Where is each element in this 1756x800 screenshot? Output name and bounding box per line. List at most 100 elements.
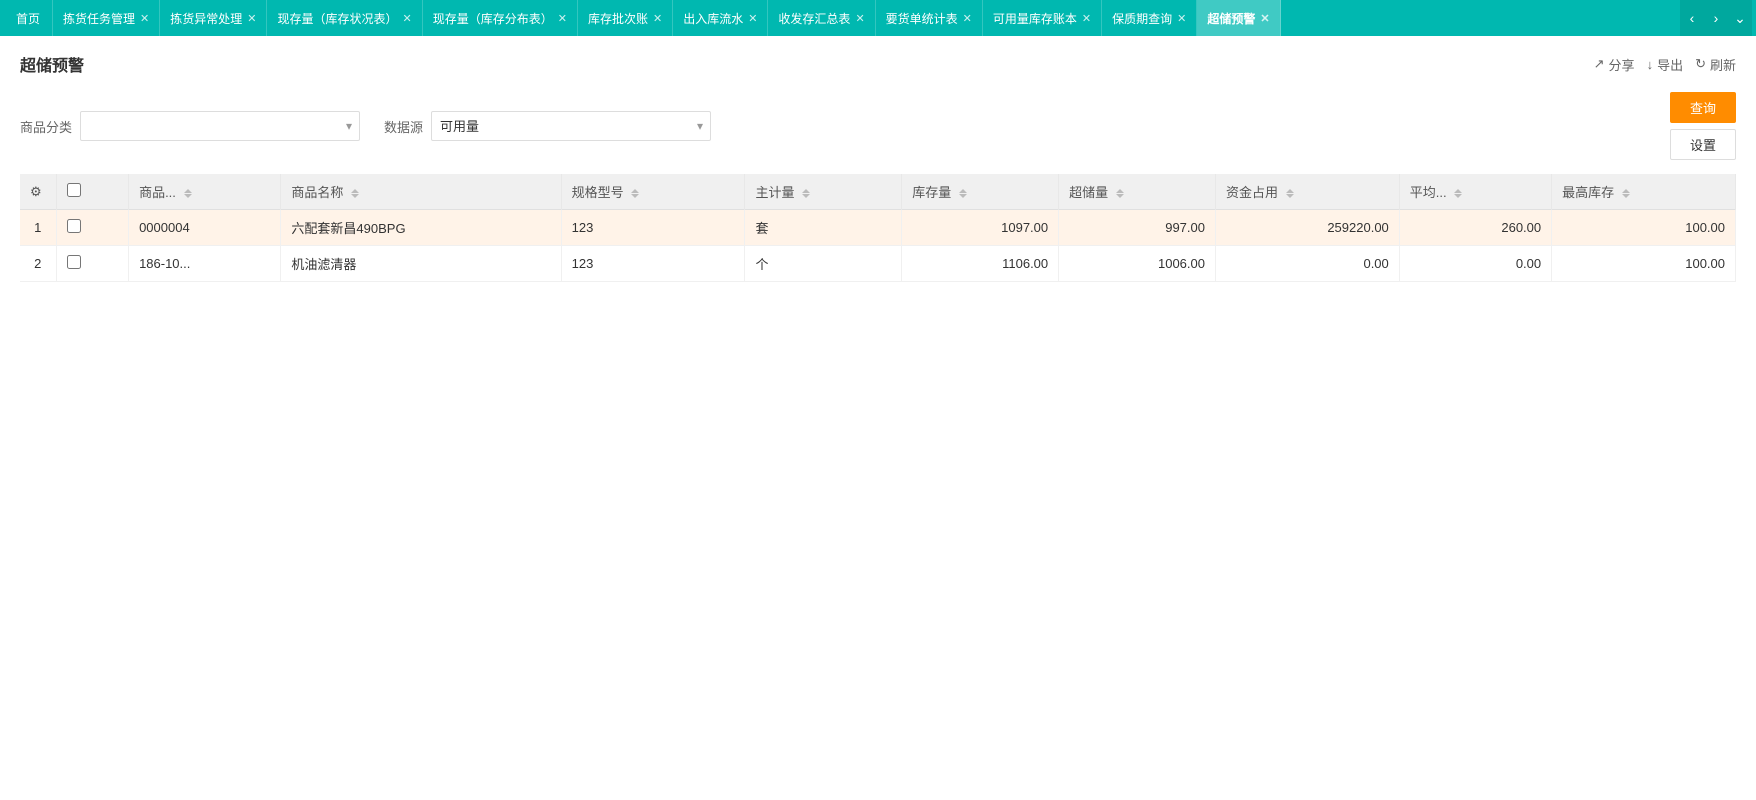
th-overstock[interactable]: 超储量 [1059,174,1216,210]
filter-row: 商品分类 ▾ 数据源 可用量 ▾ 查询 设置 [20,92,1736,160]
nav-menu-button[interactable]: ⌄ [1728,0,1752,36]
share-label: 分享 [1609,55,1635,74]
select-all-checkbox[interactable] [67,183,81,197]
nav-tab-quality[interactable]: 保质期查询 ✕ [1102,0,1197,36]
row-checkbox[interactable] [67,255,81,269]
nav-tab-order-stat-label: 要货单统计表 [886,10,958,27]
th-capital-label: 资金占用 [1226,185,1278,200]
sort-avg-icon [1454,189,1462,198]
nav-tab-task-label: 拣货任务管理 [63,10,135,27]
nav-tab-inventory-dist-close[interactable]: ✕ [558,12,567,25]
row-number: 2 [20,246,56,282]
row-stock: 1097.00 [902,210,1059,246]
share-icon: ↗ [1594,56,1605,72]
th-stock[interactable]: 库存量 [902,174,1059,210]
th-spec[interactable]: 规格型号 [561,174,745,210]
refresh-button[interactable]: ↻ 刷新 [1695,55,1736,74]
th-settings[interactable]: ⚙ [20,174,56,210]
th-max-stock[interactable]: 最高库存 [1552,174,1736,210]
row-product-name: 机油滤清器 [281,246,561,282]
nav-tab-exception[interactable]: 拣货异常处理 ✕ [160,0,267,36]
nav-tab-home[interactable]: 首页 [4,0,53,36]
row-number: 1 [20,210,56,246]
nav-tab-batch-close[interactable]: ✕ [653,12,662,25]
row-overstock: 997.00 [1059,210,1216,246]
nav-tab-avail[interactable]: 可用量库存账本 ✕ [983,0,1102,36]
row-stock: 1106.00 [902,246,1059,282]
refresh-label: 刷新 [1710,55,1736,74]
nav-tab-avail-close[interactable]: ✕ [1082,12,1091,25]
th-product-name-label: 商品名称 [291,185,343,200]
settings-button[interactable]: 设置 [1670,129,1736,160]
th-product-code[interactable]: 商品... [129,174,281,210]
row-checkbox-cell [56,246,129,282]
nav-tab-order-stat[interactable]: 要货单统计表 ✕ [876,0,983,36]
th-unit-label: 主计量 [755,185,794,200]
th-spec-label: 规格型号 [572,185,624,200]
th-capital[interactable]: 资金占用 [1215,174,1399,210]
th-product-name[interactable]: 商品名称 [281,174,561,210]
nav-tab-inout-label: 出入库流水 [683,10,743,27]
nav-prev-button[interactable]: ‹ [1680,0,1704,36]
top-navigation: 首页 拣货任务管理 ✕ 拣货异常处理 ✕ 现存量（库存状况表） ✕ 现存量（库存… [0,0,1756,36]
nav-tab-inout-close[interactable]: ✕ [748,12,757,25]
row-avg: 0.00 [1399,246,1551,282]
nav-tab-overstock-label: 超储预警 [1207,10,1255,27]
nav-tab-quality-close[interactable]: ✕ [1177,12,1186,25]
refresh-icon: ↻ [1695,56,1706,72]
nav-tab-batch[interactable]: 库存批次账 ✕ [578,0,673,36]
row-checkbox-cell [56,210,129,246]
nav-tab-task[interactable]: 拣货任务管理 ✕ [53,0,160,36]
th-checkbox [56,174,129,210]
datasource-select[interactable]: 可用量 [431,111,711,141]
row-spec: 123 [561,210,745,246]
row-product-code: 0000004 [129,210,281,246]
table-row: 1 0000004 六配套新昌490BPG 123 套 1097.00 997.… [20,210,1736,246]
export-button[interactable]: ↓ 导出 [1647,55,1684,74]
category-select[interactable] [80,111,360,141]
nav-tab-home-label: 首页 [16,10,40,27]
sort-capital-icon [1286,189,1294,198]
header-actions: ↗ 分享 ↓ 导出 ↻ 刷新 [1594,55,1736,74]
nav-tab-inventory-status-label: 现存量（库存状况表） [277,10,397,27]
th-overstock-label: 超储量 [1069,185,1108,200]
datasource-filter: 数据源 可用量 ▾ [384,111,711,141]
filter-buttons: 查询 设置 [1670,92,1736,160]
nav-tab-task-close[interactable]: ✕ [140,12,149,25]
table-row: 2 186-10... 机油滤清器 123 个 1106.00 1006.00 … [20,246,1736,282]
row-capital: 0.00 [1215,246,1399,282]
row-overstock: 1006.00 [1059,246,1216,282]
row-avg: 260.00 [1399,210,1551,246]
nav-tab-overstock[interactable]: 超储预警 ✕ [1197,0,1280,36]
category-select-wrapper: ▾ [80,111,360,141]
nav-tab-inventory-status[interactable]: 现存量（库存状况表） ✕ [267,0,422,36]
nav-tab-collect[interactable]: 收发存汇总表 ✕ [768,0,875,36]
nav-tab-inventory-status-close[interactable]: ✕ [403,12,412,25]
data-table: ⚙ 商品... 商品名称 规格型号 [20,174,1736,282]
export-label: 导出 [1657,55,1683,74]
th-stock-label: 库存量 [912,185,951,200]
sort-stock-icon [959,189,967,198]
nav-tab-collect-close[interactable]: ✕ [855,12,864,25]
nav-tab-avail-label: 可用量库存账本 [993,10,1077,27]
th-avg-label: 平均... [1410,185,1447,200]
nav-tab-exception-close[interactable]: ✕ [247,12,256,25]
row-checkbox[interactable] [67,219,81,233]
nav-tab-inout[interactable]: 出入库流水 ✕ [673,0,768,36]
nav-tab-order-stat-close[interactable]: ✕ [963,12,972,25]
th-avg[interactable]: 平均... [1399,174,1551,210]
nav-arrow-group: ‹ › ⌄ [1680,0,1752,36]
nav-next-button[interactable]: › [1704,0,1728,36]
nav-tab-inventory-dist-label: 现存量（库存分布表） [433,10,553,27]
page-header: 超储预警 ↗ 分享 ↓ 导出 ↻ 刷新 [20,52,1736,76]
nav-tab-overstock-close[interactable]: ✕ [1260,12,1269,25]
query-button[interactable]: 查询 [1670,92,1736,123]
row-max-stock: 100.00 [1552,246,1736,282]
datasource-select-wrapper: 可用量 ▾ [431,111,711,141]
sort-product-name-icon [351,189,359,198]
share-button[interactable]: ↗ 分享 [1594,55,1635,74]
nav-tab-inventory-dist[interactable]: 现存量（库存分布表） ✕ [423,0,578,36]
th-unit[interactable]: 主计量 [745,174,902,210]
datasource-filter-label: 数据源 [384,117,423,136]
th-max-stock-label: 最高库存 [1562,185,1614,200]
